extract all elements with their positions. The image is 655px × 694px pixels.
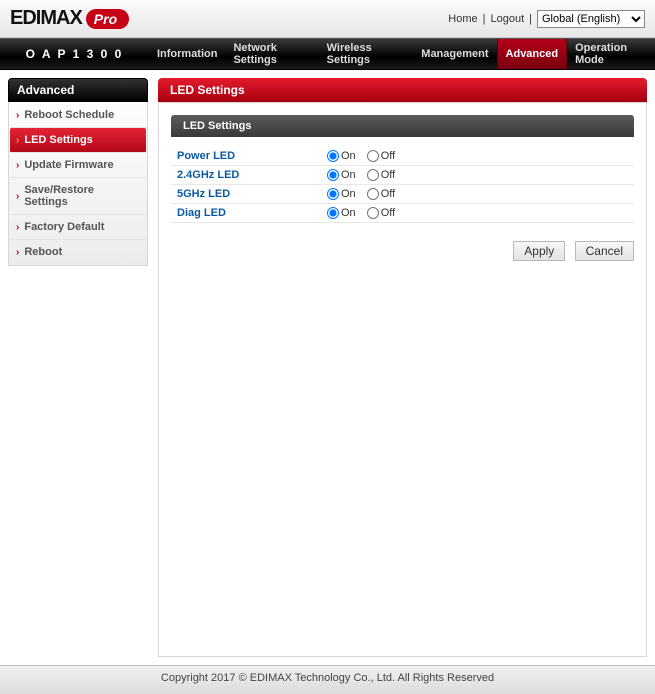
page-title: LED Settings — [158, 78, 647, 102]
model-name: O A P 1 3 0 0 — [0, 39, 149, 69]
radio-off-label[interactable]: Off — [367, 188, 395, 200]
radio-on-label[interactable]: On — [327, 188, 356, 200]
sidebar-item-factory-default[interactable]: › Factory Default — [10, 215, 146, 240]
sidebar-item-reboot-schedule[interactable]: › Reboot Schedule — [10, 103, 146, 128]
radio-off[interactable] — [367, 150, 379, 162]
radio-off[interactable] — [367, 188, 379, 200]
row-label: Power LED — [171, 147, 321, 166]
table-row: Power LED On Off — [171, 147, 634, 166]
chevron-right-icon: › — [16, 222, 19, 233]
radio-off[interactable] — [367, 169, 379, 181]
nav-bar: O A P 1 3 0 0 Information Network Settin… — [0, 38, 655, 70]
brand-suffix: Pro — [86, 9, 129, 29]
radio-on[interactable] — [327, 169, 339, 181]
panel-title: LED Settings — [171, 115, 634, 137]
logout-link[interactable]: Logout — [490, 13, 524, 25]
sidebar-body: › Reboot Schedule › LED Settings › Updat… — [8, 102, 148, 266]
sidebar-item-update-firmware[interactable]: › Update Firmware — [10, 153, 146, 178]
table-row: 5GHz LED On Off — [171, 185, 634, 204]
radio-on[interactable] — [327, 188, 339, 200]
home-link[interactable]: Home — [448, 13, 477, 25]
chevron-right-icon: › — [16, 135, 19, 146]
row-label: 5GHz LED — [171, 185, 321, 204]
radio-on-label[interactable]: On — [327, 150, 356, 162]
main-menu: Information Network Settings Wireless Se… — [149, 39, 655, 69]
menu-network-settings[interactable]: Network Settings — [225, 39, 318, 69]
top-links: Home | Logout | Global (English) — [448, 10, 645, 28]
sidebar-title: Advanced — [8, 78, 148, 102]
radio-off-label[interactable]: Off — [367, 207, 395, 219]
chevron-right-icon: › — [16, 247, 19, 258]
content-area: LED Settings LED Settings Power LED On O… — [158, 78, 647, 657]
sidebar-item-label: LED Settings — [24, 134, 92, 146]
radio-on[interactable] — [327, 150, 339, 162]
sidebar: Advanced › Reboot Schedule › LED Setting… — [8, 78, 148, 657]
sidebar-item-label: Save/Restore Settings — [24, 184, 140, 208]
led-settings-table: Power LED On Off 2.4GHz LED On Off 5GHz … — [171, 147, 634, 223]
radio-on-label[interactable]: On — [327, 207, 356, 219]
radio-on-label[interactable]: On — [327, 169, 356, 181]
sidebar-item-reboot[interactable]: › Reboot — [10, 240, 146, 264]
brand-name: EDIMAX — [10, 7, 82, 30]
apply-button[interactable]: Apply — [513, 241, 565, 261]
radio-off[interactable] — [367, 207, 379, 219]
cancel-button[interactable]: Cancel — [575, 241, 634, 261]
chevron-right-icon: › — [16, 110, 19, 121]
top-bar: EDIMAX Pro Home | Logout | Global (Engli… — [0, 0, 655, 38]
chevron-right-icon: › — [16, 191, 19, 202]
sidebar-item-save-restore[interactable]: › Save/Restore Settings — [10, 178, 146, 215]
brand-logo: EDIMAX Pro — [10, 7, 129, 30]
chevron-right-icon: › — [16, 160, 19, 171]
page-body: Advanced › Reboot Schedule › LED Setting… — [0, 70, 655, 665]
row-label: Diag LED — [171, 204, 321, 223]
menu-wireless-settings[interactable]: Wireless Settings — [319, 39, 414, 69]
radio-off-label[interactable]: Off — [367, 150, 395, 162]
language-select[interactable]: Global (English) — [537, 10, 645, 28]
table-row: 2.4GHz LED On Off — [171, 166, 634, 185]
footer: Copyright 2017 © EDIMAX Technology Co., … — [0, 665, 655, 694]
menu-management[interactable]: Management — [413, 39, 496, 69]
action-buttons: Apply Cancel — [171, 241, 634, 261]
table-row: Diag LED On Off — [171, 204, 634, 223]
radio-on[interactable] — [327, 207, 339, 219]
sidebar-item-label: Update Firmware — [24, 159, 113, 171]
menu-information[interactable]: Information — [149, 39, 226, 69]
menu-advanced[interactable]: Advanced — [497, 39, 568, 69]
sidebar-item-label: Reboot Schedule — [24, 109, 114, 121]
sidebar-item-led-settings[interactable]: › LED Settings — [10, 128, 146, 153]
sidebar-item-label: Factory Default — [24, 221, 104, 233]
content-body: LED Settings Power LED On Off 2.4GHz LED… — [158, 102, 647, 657]
sidebar-item-label: Reboot — [24, 246, 62, 258]
row-label: 2.4GHz LED — [171, 166, 321, 185]
menu-operation-mode[interactable]: Operation Mode — [567, 39, 655, 69]
radio-off-label[interactable]: Off — [367, 169, 395, 181]
